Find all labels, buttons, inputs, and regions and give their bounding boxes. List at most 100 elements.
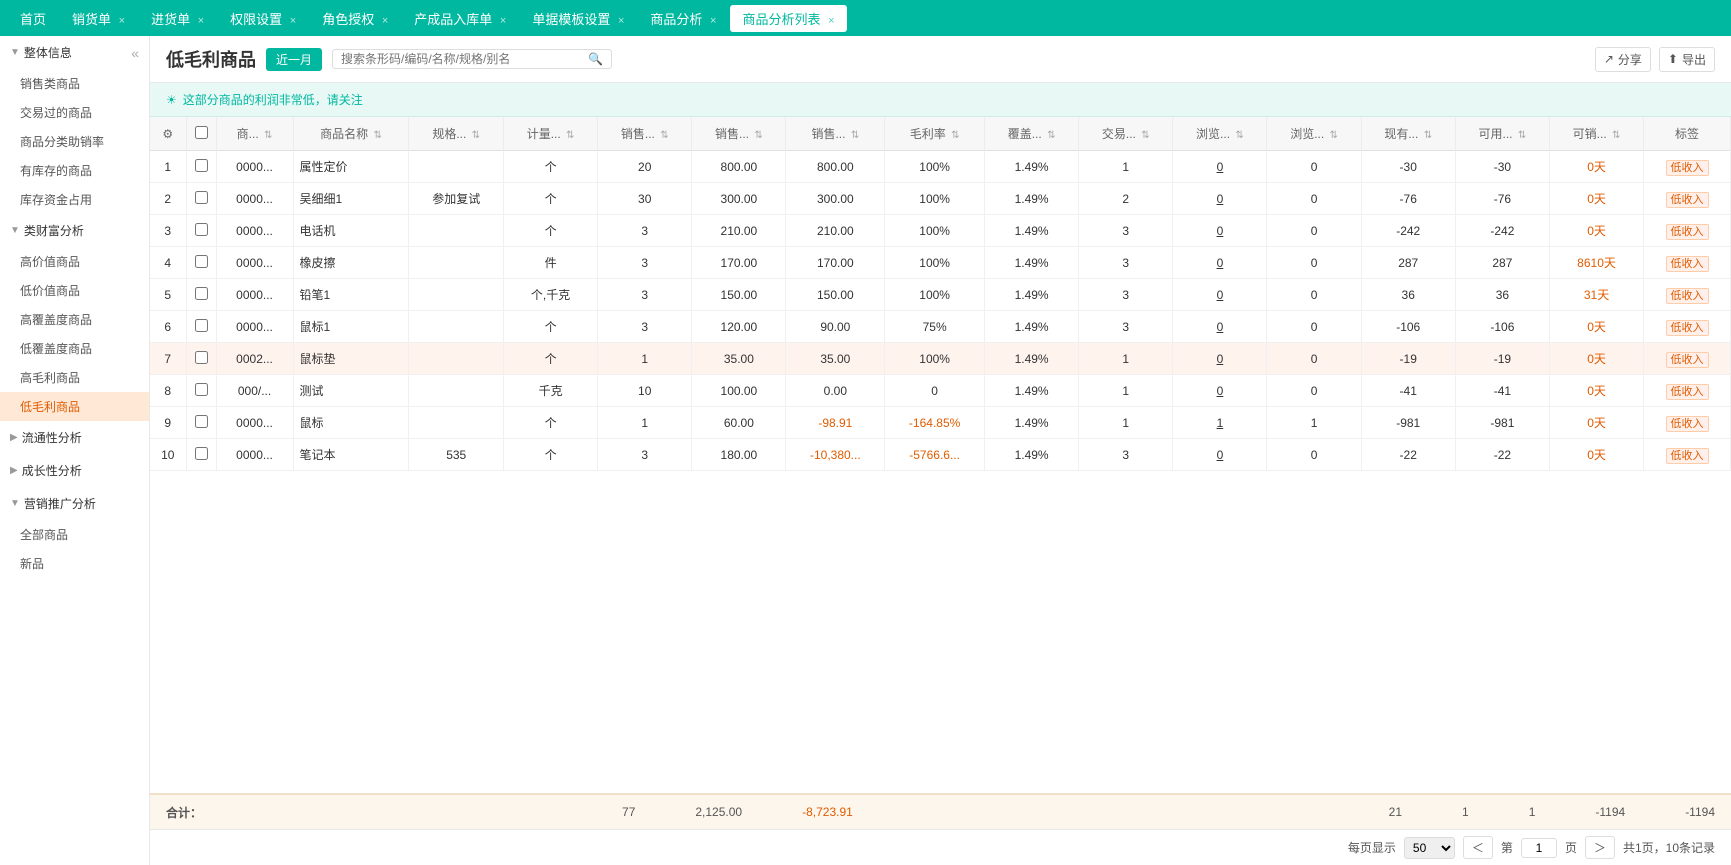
- cell-checkbox[interactable]: [186, 311, 216, 343]
- sidebar-group-circulation[interactable]: ▶ 流通性分析: [0, 421, 149, 454]
- sidebar: ▼ 整体信息 « 销售类商品 交易过的商品 商品分类助销率 有库存的商品 库存资…: [0, 36, 150, 865]
- row-checkbox[interactable]: [195, 287, 208, 300]
- sidebar-group-overall[interactable]: ▼ 整体信息 «: [0, 36, 149, 69]
- cell-checkbox[interactable]: [186, 183, 216, 215]
- per-page-select[interactable]: 50 100 200: [1404, 837, 1455, 859]
- share-button[interactable]: ↗ 分享: [1595, 47, 1651, 72]
- col-sales-qty[interactable]: 销售... ⇅: [598, 117, 692, 151]
- close-icon[interactable]: ×: [198, 15, 204, 27]
- sidebar-group-marketing[interactable]: ▼ 营销推广分析: [0, 487, 149, 520]
- col-browse2[interactable]: 浏览... ⇅: [1267, 117, 1361, 151]
- nav-template-settings[interactable]: 单据模板设置 ×: [520, 5, 636, 32]
- sidebar-group-growth[interactable]: ▶ 成长性分析: [0, 454, 149, 487]
- col-spec[interactable]: 规格... ⇅: [409, 117, 504, 151]
- sidebar-item-high-value[interactable]: 高价值商品: [0, 247, 149, 276]
- cell-browse1[interactable]: 0: [1173, 151, 1267, 183]
- select-all-checkbox[interactable]: [195, 126, 208, 139]
- cell-checkbox[interactable]: [186, 247, 216, 279]
- close-icon[interactable]: ×: [500, 15, 506, 27]
- col-days[interactable]: 可销... ⇅: [1549, 117, 1643, 151]
- export-button[interactable]: ⬆ 导出: [1659, 47, 1715, 72]
- sidebar-item-low-value[interactable]: 低价值商品: [0, 276, 149, 305]
- nav-permission[interactable]: 权限设置 ×: [218, 5, 308, 32]
- cell-checkbox[interactable]: [186, 439, 216, 471]
- cell-browse1[interactable]: 0: [1173, 343, 1267, 375]
- cell-checkbox[interactable]: [186, 407, 216, 439]
- sidebar-group-marketing-label: 营销推广分析: [24, 495, 96, 512]
- row-checkbox[interactable]: [195, 159, 208, 172]
- col-tag[interactable]: 标签: [1644, 117, 1731, 151]
- col-sales-amt[interactable]: 销售... ⇅: [692, 117, 786, 151]
- sidebar-item-sales-products[interactable]: 销售类商品: [0, 69, 149, 98]
- sidebar-item-high-coverage[interactable]: 高覆盖度商品: [0, 305, 149, 334]
- cell-browse1[interactable]: 0: [1173, 183, 1267, 215]
- cell-browse1[interactable]: 0: [1173, 279, 1267, 311]
- nav-home[interactable]: 首页: [8, 5, 58, 32]
- nav-role-auth[interactable]: 角色授权 ×: [310, 5, 400, 32]
- current-page-input[interactable]: [1521, 838, 1557, 858]
- col-code[interactable]: 商... ⇅: [216, 117, 293, 151]
- col-browse1[interactable]: 浏览... ⇅: [1173, 117, 1267, 151]
- cell-browse1[interactable]: 1: [1173, 407, 1267, 439]
- search-icon[interactable]: 🔍: [588, 52, 603, 66]
- cell-checkbox[interactable]: [186, 279, 216, 311]
- col-settings[interactable]: ⚙: [150, 117, 186, 151]
- sidebar-item-new-products[interactable]: 新品: [0, 549, 149, 578]
- cell-browse1[interactable]: 0: [1173, 311, 1267, 343]
- col-checkbox[interactable]: [186, 117, 216, 151]
- cell-checkbox[interactable]: [186, 215, 216, 247]
- content-area: 低毛利商品 近一月 🔍 ↗ 分享 ⬆ 导出 ☀ 这部分商品的利润非常低，请关注: [150, 36, 1731, 865]
- row-checkbox[interactable]: [195, 223, 208, 236]
- col-name[interactable]: 商品名称 ⇅: [293, 117, 409, 151]
- cell-checkbox[interactable]: [186, 151, 216, 183]
- sidebar-item-low-margin[interactable]: 低毛利商品: [0, 392, 149, 421]
- cell-checkbox[interactable]: [186, 343, 216, 375]
- prev-page-button[interactable]: ＜: [1463, 836, 1493, 859]
- close-icon[interactable]: ×: [119, 15, 125, 27]
- table-container[interactable]: ⚙ 商... ⇅ 商品名称 ⇅ 规格... ⇅ 计量... ⇅ 销售... ⇅ …: [150, 117, 1731, 793]
- sidebar-item-capital[interactable]: 库存资金占用: [0, 185, 149, 214]
- close-icon[interactable]: ×: [710, 15, 716, 27]
- row-checkbox[interactable]: [195, 255, 208, 268]
- col-profit-rate[interactable]: 毛利率 ⇅: [885, 117, 985, 151]
- cell-sales-profit: 0.00: [786, 375, 885, 407]
- nav-product-analysis[interactable]: 商品分析 ×: [638, 5, 728, 32]
- cell-browse1[interactable]: 0: [1173, 215, 1267, 247]
- col-stock[interactable]: 现有... ⇅: [1361, 117, 1455, 151]
- filter-recent-month-button[interactable]: 近一月: [266, 48, 322, 71]
- row-checkbox[interactable]: [195, 383, 208, 396]
- sidebar-group-wealth[interactable]: ▼ 类财富分析: [0, 214, 149, 247]
- sidebar-item-in-stock[interactable]: 有库存的商品: [0, 156, 149, 185]
- col-avail[interactable]: 可用... ⇅: [1455, 117, 1549, 151]
- col-unit[interactable]: 计量... ⇅: [504, 117, 598, 151]
- col-trade[interactable]: 交易... ⇅: [1079, 117, 1173, 151]
- row-checkbox[interactable]: [195, 319, 208, 332]
- close-icon[interactable]: ×: [382, 15, 388, 27]
- collapse-icon[interactable]: «: [131, 45, 139, 61]
- row-checkbox[interactable]: [195, 191, 208, 204]
- sidebar-item-all-products[interactable]: 全部商品: [0, 520, 149, 549]
- row-checkbox[interactable]: [195, 447, 208, 460]
- next-page-button[interactable]: ＞: [1585, 836, 1615, 859]
- row-checkbox[interactable]: [195, 415, 208, 428]
- cell-browse1[interactable]: 0: [1173, 439, 1267, 471]
- sidebar-item-category-rate[interactable]: 商品分类助销率: [0, 127, 149, 156]
- close-icon[interactable]: ×: [290, 15, 296, 27]
- nav-sales-order[interactable]: 销货单 ×: [60, 5, 137, 32]
- close-icon[interactable]: ×: [618, 15, 624, 27]
- nav-purchase-order[interactable]: 进货单 ×: [139, 5, 216, 32]
- col-sales-profit[interactable]: 销售... ⇅: [786, 117, 885, 151]
- cell-checkbox[interactable]: [186, 375, 216, 407]
- col-coverage[interactable]: 覆盖... ⇅: [985, 117, 1079, 151]
- nav-product-analysis-list[interactable]: 商品分析列表 ×: [730, 5, 846, 32]
- sidebar-item-traded-products[interactable]: 交易过的商品: [0, 98, 149, 127]
- main-layout: ▼ 整体信息 « 销售类商品 交易过的商品 商品分类助销率 有库存的商品 库存资…: [0, 36, 1731, 865]
- nav-product-stock[interactable]: 产成品入库单 ×: [402, 5, 518, 32]
- close-icon[interactable]: ×: [828, 15, 834, 27]
- row-checkbox[interactable]: [195, 351, 208, 364]
- cell-browse1[interactable]: 0: [1173, 375, 1267, 407]
- sidebar-item-low-coverage[interactable]: 低覆盖度商品: [0, 334, 149, 363]
- search-input[interactable]: [341, 52, 588, 66]
- cell-browse1[interactable]: 0: [1173, 247, 1267, 279]
- sidebar-item-high-margin[interactable]: 高毛利商品: [0, 363, 149, 392]
